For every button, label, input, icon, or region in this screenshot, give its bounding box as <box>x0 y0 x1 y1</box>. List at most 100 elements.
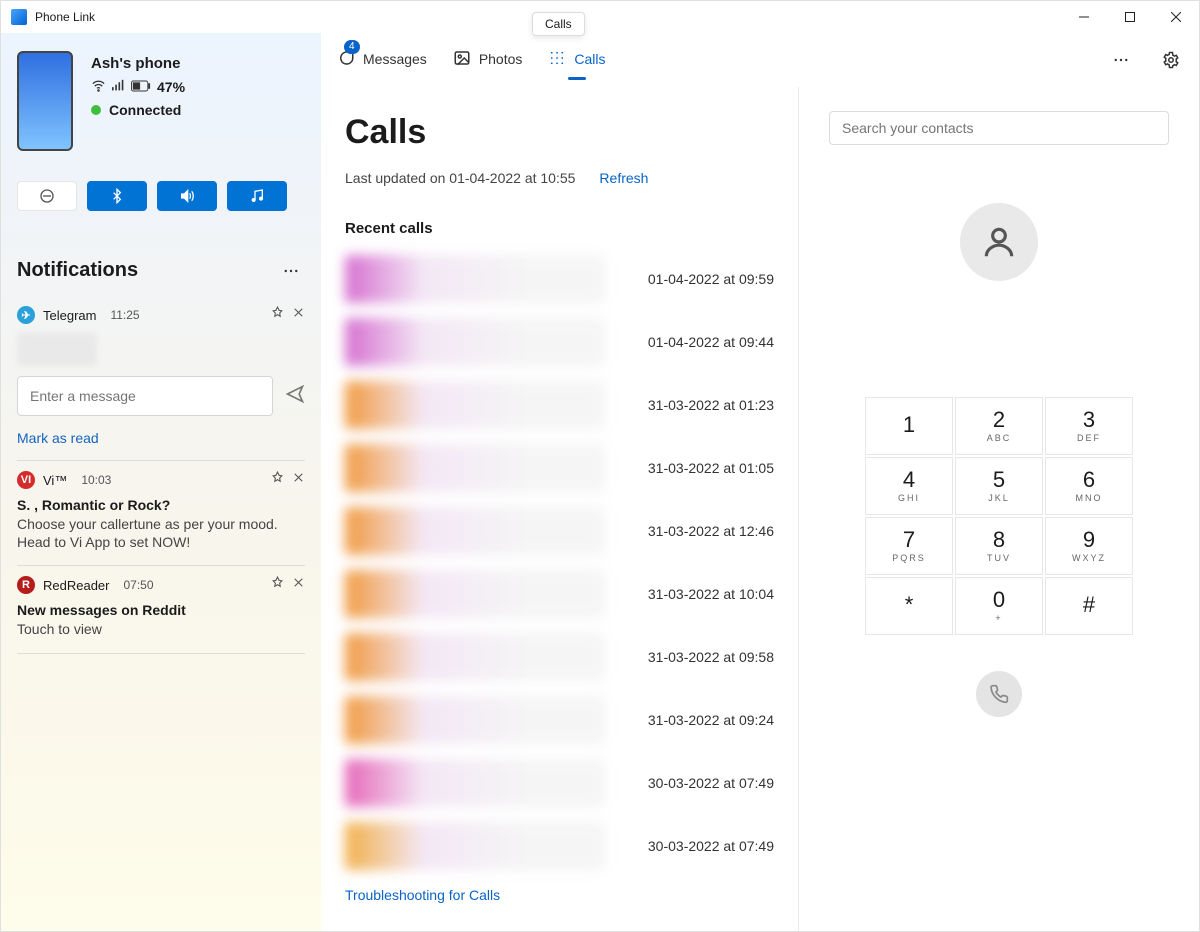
dialpad-key-2[interactable]: 2 ABC <box>955 397 1043 455</box>
notification-item[interactable]: R RedReader 07:50 New messages on Reddit… <box>17 566 305 653</box>
dialpad-digit: 3 <box>1083 409 1095 431</box>
battery-percent: 47% <box>157 79 185 95</box>
dialpad-letters: JKL <box>988 493 1010 503</box>
caller-info-blurred <box>345 822 605 870</box>
call-timestamp: 01-04-2022 at 09:59 <box>648 271 774 287</box>
dialpad-digit: 2 <box>993 409 1005 431</box>
dialpad-digit: * <box>905 594 914 616</box>
call-timestamp: 01-04-2022 at 09:44 <box>648 334 774 350</box>
caller-info-blurred <box>345 570 605 618</box>
call-row[interactable]: 31-03-2022 at 01:05 <box>345 436 774 499</box>
dialpad-key-5[interactable]: 5 JKL <box>955 457 1043 515</box>
vi-icon: VI <box>17 471 35 489</box>
tab-calls-label: Calls <box>574 51 605 67</box>
caller-info-blurred <box>345 633 605 681</box>
connection-status: Connected <box>109 102 181 118</box>
call-timestamp: 31-03-2022 at 10:04 <box>648 586 774 602</box>
contact-avatar-placeholder <box>960 203 1038 281</box>
call-row[interactable]: 01-04-2022 at 09:44 <box>345 310 774 373</box>
dialpad-letters: GHI <box>898 493 920 503</box>
dismiss-icon[interactable] <box>292 306 305 324</box>
dnd-button[interactable] <box>17 181 77 211</box>
caller-info-blurred <box>345 696 605 744</box>
dialpad-key-*[interactable]: * <box>865 577 953 635</box>
dismiss-icon[interactable] <box>292 471 305 489</box>
volume-button[interactable] <box>157 181 217 211</box>
calls-tooltip: Calls <box>532 12 585 36</box>
calls-panel: Calls Last updated on 01-04-2022 at 10:5… <box>321 87 799 931</box>
call-timestamp: 30-03-2022 at 07:49 <box>648 838 774 854</box>
caller-info-blurred <box>345 759 605 807</box>
reply-input[interactable] <box>17 376 273 416</box>
dialpad-letters: MNO <box>1076 493 1103 503</box>
dialpad-key-8[interactable]: 8 TUV <box>955 517 1043 575</box>
connection-dot-icon <box>91 105 101 115</box>
refresh-link[interactable]: Refresh <box>599 170 648 186</box>
dialpad-key-3[interactable]: 3 DEF <box>1045 397 1133 455</box>
send-icon[interactable] <box>285 384 305 409</box>
notification-app-name: Telegram <box>43 308 96 323</box>
phone-thumbnail[interactable] <box>17 51 73 151</box>
call-row[interactable]: 31-03-2022 at 12:46 <box>345 499 774 562</box>
dialpad-key-7[interactable]: 7 PQRS <box>865 517 953 575</box>
dialpad-letters: + <box>995 613 1002 623</box>
notification-app-name: Vi™ <box>43 473 67 488</box>
tab-messages[interactable]: 4 Messages <box>335 39 429 82</box>
tab-photos[interactable]: Photos <box>451 39 525 82</box>
dialpad: 1 2 ABC3 DEF4 GHI5 JKL6 MNO7 PQRS8 TUV9 … <box>865 397 1133 635</box>
call-row[interactable]: 31-03-2022 at 09:58 <box>345 625 774 688</box>
call-row[interactable]: 01-04-2022 at 09:59 <box>345 247 774 310</box>
dialpad-key-1[interactable]: 1 <box>865 397 953 455</box>
battery-icon <box>131 80 151 95</box>
dismiss-icon[interactable] <box>292 576 305 594</box>
notification-time: 10:03 <box>81 473 111 487</box>
dialpad-key-9[interactable]: 9 WXYZ <box>1045 517 1133 575</box>
call-row[interactable]: 31-03-2022 at 01:23 <box>345 373 774 436</box>
dialpad-letters: ABC <box>987 433 1012 443</box>
tab-messages-label: Messages <box>363 51 427 67</box>
notification-body: Choose your callertune as per your mood.… <box>17 515 305 551</box>
dialpad-key-0[interactable]: 0 + <box>955 577 1043 635</box>
window-maximize-button[interactable] <box>1107 1 1153 33</box>
call-timestamp: 31-03-2022 at 01:05 <box>648 460 774 476</box>
dialpad-key-6[interactable]: 6 MNO <box>1045 457 1133 515</box>
tab-bar: 4 Messages Photos Calls <box>321 33 1199 87</box>
dialpad-digit: 8 <box>993 529 1005 551</box>
dialpad-digit: 1 <box>903 414 915 436</box>
notification-title: S. , Romantic or Rock? <box>17 497 305 513</box>
window-close-button[interactable] <box>1153 1 1199 33</box>
call-timestamp: 31-03-2022 at 01:23 <box>648 397 774 413</box>
contacts-search-input[interactable] <box>829 111 1169 145</box>
notification-preview <box>17 332 97 366</box>
troubleshoot-link[interactable]: Troubleshooting for Calls <box>345 887 774 903</box>
call-row[interactable]: 30-03-2022 at 07:49 <box>345 751 774 814</box>
dial-button[interactable] <box>976 671 1022 717</box>
dialpad-key-#[interactable]: # <box>1045 577 1133 635</box>
call-timestamp: 30-03-2022 at 07:49 <box>648 775 774 791</box>
notification-item[interactable]: VI Vi™ 10:03 S. , Romantic or Rock? Choos… <box>17 461 305 566</box>
settings-button[interactable] <box>1157 51 1185 69</box>
notifications-more-icon[interactable] <box>277 262 305 280</box>
pin-icon[interactable] <box>271 576 284 594</box>
pin-icon[interactable] <box>271 306 284 324</box>
call-row[interactable]: 31-03-2022 at 10:04 <box>345 562 774 625</box>
tab-calls[interactable]: Calls <box>546 39 607 82</box>
notification-title: New messages on Reddit <box>17 602 305 618</box>
tab-photos-label: Photos <box>479 51 523 67</box>
pin-icon[interactable] <box>271 471 284 489</box>
window-minimize-button[interactable] <box>1061 1 1107 33</box>
mark-as-read-link[interactable]: Mark as read <box>17 430 305 446</box>
sidebar: Ash's phone 47% <box>1 33 321 931</box>
caller-info-blurred <box>345 318 605 366</box>
more-button[interactable] <box>1107 51 1135 69</box>
redreader-icon: R <box>17 576 35 594</box>
call-row[interactable]: 30-03-2022 at 07:49 <box>345 814 774 877</box>
dialpad-key-4[interactable]: 4 GHI <box>865 457 953 515</box>
caller-info-blurred <box>345 444 605 492</box>
notification-item[interactable]: ✈ Telegram 11:25 Mark as read <box>17 296 305 461</box>
wifi-icon <box>91 78 106 96</box>
bluetooth-button[interactable] <box>87 181 147 211</box>
call-row[interactable]: 31-03-2022 at 09:24 <box>345 688 774 751</box>
call-timestamp: 31-03-2022 at 12:46 <box>648 523 774 539</box>
music-button[interactable] <box>227 181 287 211</box>
